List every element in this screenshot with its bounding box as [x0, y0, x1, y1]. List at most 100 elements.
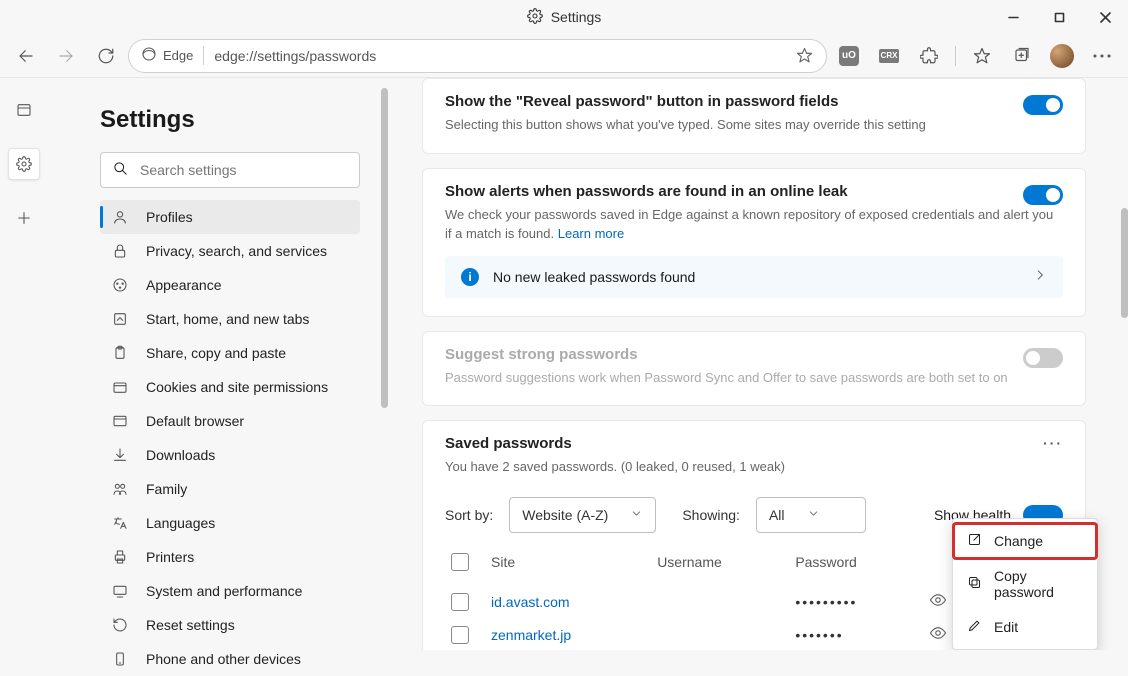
extensions-button[interactable] — [911, 38, 947, 74]
address-bar[interactable]: Edge edge://settings/passwords — [128, 39, 827, 73]
saved-more-button[interactable]: ··· — [1043, 435, 1063, 451]
settings-tab-icon[interactable] — [8, 148, 40, 180]
external-link-icon — [967, 532, 982, 550]
home-icon — [110, 311, 130, 327]
close-button[interactable] — [1082, 0, 1128, 34]
reset-icon — [110, 617, 130, 633]
section-title: Suggest strong passwords — [445, 346, 1063, 363]
content-scrollbar[interactable] — [1121, 208, 1128, 318]
sidebar-scrollbar[interactable] — [381, 88, 388, 408]
nav-cookies[interactable]: Cookies and site permissions — [100, 370, 360, 404]
nav-label: Phone and other devices — [146, 651, 301, 667]
suggest-passwords-section: Suggest strong passwords Password sugges… — [423, 332, 1085, 406]
section-desc: Password suggestions work when Password … — [445, 369, 1063, 388]
nav-printers[interactable]: Printers — [100, 540, 360, 574]
pencil-icon — [967, 618, 982, 636]
nav-phone[interactable]: Phone and other devices — [100, 642, 360, 676]
favorites-button[interactable] — [964, 38, 1000, 74]
browser-icon — [110, 413, 130, 429]
new-tab-icon[interactable] — [8, 202, 40, 234]
learn-more-link[interactable]: Learn more — [558, 226, 624, 241]
select-value: Website (A-Z) — [522, 507, 608, 523]
nav-label: Default browser — [146, 413, 244, 429]
reveal-password-section: Show the "Reveal password" button in pas… — [423, 79, 1085, 153]
clipboard-icon — [110, 345, 130, 361]
chevron-down-icon — [807, 507, 820, 523]
nav-label: Languages — [146, 515, 215, 531]
ctx-label: Change — [994, 533, 1043, 549]
eye-icon[interactable] — [929, 596, 947, 612]
chevron-down-icon — [630, 507, 643, 523]
desc-text: We check your passwords saved in Edge ag… — [445, 207, 1053, 241]
browser-toolbar: Edge edge://settings/passwords uO CRX — [0, 34, 1128, 78]
copy-icon — [967, 575, 982, 593]
profile-avatar[interactable] — [1044, 38, 1080, 74]
showing-select[interactable]: All — [756, 497, 866, 533]
nav-default-browser[interactable]: Default browser — [100, 404, 360, 438]
back-button[interactable] — [8, 38, 44, 74]
nav-reset[interactable]: Reset settings — [100, 608, 360, 642]
col-user: Username — [651, 553, 789, 585]
refresh-button[interactable] — [88, 38, 124, 74]
gear-icon — [527, 8, 543, 27]
masked-password: ••••••• — [795, 627, 843, 643]
profile-icon — [110, 209, 130, 225]
col-site: Site — [485, 553, 651, 585]
nav-label: Family — [146, 481, 187, 497]
cookie-icon — [110, 379, 130, 395]
row-checkbox[interactable] — [451, 626, 469, 644]
maximize-button[interactable] — [1036, 0, 1082, 34]
minimize-button[interactable] — [990, 0, 1036, 34]
nav-profiles[interactable]: Profiles — [100, 200, 360, 234]
leak-status-text: No new leaked passwords found — [493, 269, 695, 285]
search-icon — [113, 161, 128, 179]
select-value: All — [769, 507, 785, 523]
settings-heading: Settings — [100, 106, 360, 134]
nav-downloads[interactable]: Downloads — [100, 438, 360, 472]
nav-system[interactable]: System and performance — [100, 574, 360, 608]
ctx-label: Edit — [994, 619, 1018, 635]
nav-label: System and performance — [146, 583, 302, 599]
sort-by-select[interactable]: Website (A-Z) — [509, 497, 656, 533]
tab-actions-icon[interactable] — [8, 94, 40, 126]
extension-ublock[interactable]: uO — [831, 38, 867, 74]
forward-button[interactable] — [48, 38, 84, 74]
family-icon — [110, 481, 130, 497]
nav-label: Downloads — [146, 447, 215, 463]
nav-label: Cookies and site permissions — [146, 379, 328, 395]
nav-label: Appearance — [146, 277, 222, 293]
nav-label: Reset settings — [146, 617, 235, 633]
leak-status-row[interactable]: i No new leaked passwords found — [445, 256, 1063, 298]
nav-label: Printers — [146, 549, 194, 565]
extension-crx[interactable]: CRX — [871, 38, 907, 74]
collections-button[interactable] — [1004, 38, 1040, 74]
more-menu-button[interactable] — [1084, 38, 1120, 74]
site-link[interactable]: zenmarket.jp — [491, 627, 571, 643]
select-all-checkbox[interactable] — [451, 553, 469, 571]
leak-alert-toggle[interactable] — [1023, 185, 1063, 205]
nav-label: Privacy, search, and services — [146, 243, 327, 259]
chevron-right-icon — [1033, 268, 1047, 285]
leak-alert-section: Show alerts when passwords are found in … — [423, 169, 1085, 316]
nav-family[interactable]: Family — [100, 472, 360, 506]
search-settings[interactable] — [100, 152, 360, 188]
nav-languages[interactable]: Languages — [100, 506, 360, 540]
info-icon: i — [461, 268, 479, 286]
eye-icon[interactable] — [929, 629, 947, 645]
edge-label: Edge — [163, 48, 193, 63]
ctx-change[interactable]: Change — [953, 523, 1097, 559]
ctx-copy[interactable]: Copy password — [953, 559, 1097, 609]
nav-privacy[interactable]: Privacy, search, and services — [100, 234, 360, 268]
search-input[interactable] — [140, 162, 347, 178]
reveal-toggle[interactable] — [1023, 95, 1063, 115]
row-checkbox[interactable] — [451, 593, 469, 611]
favorite-star-button[interactable] — [790, 47, 818, 64]
nav-start[interactable]: Start, home, and new tabs — [100, 302, 360, 336]
url-text[interactable]: edge://settings/passwords — [214, 48, 780, 64]
nav-share[interactable]: Share, copy and paste — [100, 336, 360, 370]
site-link[interactable]: id.avast.com — [491, 594, 570, 610]
ctx-edit[interactable]: Edit — [953, 609, 1097, 645]
saved-summary: You have 2 saved passwords. (0 leaked, 0… — [445, 458, 785, 477]
ctx-label: Copy password — [994, 568, 1083, 600]
nav-appearance[interactable]: Appearance — [100, 268, 360, 302]
